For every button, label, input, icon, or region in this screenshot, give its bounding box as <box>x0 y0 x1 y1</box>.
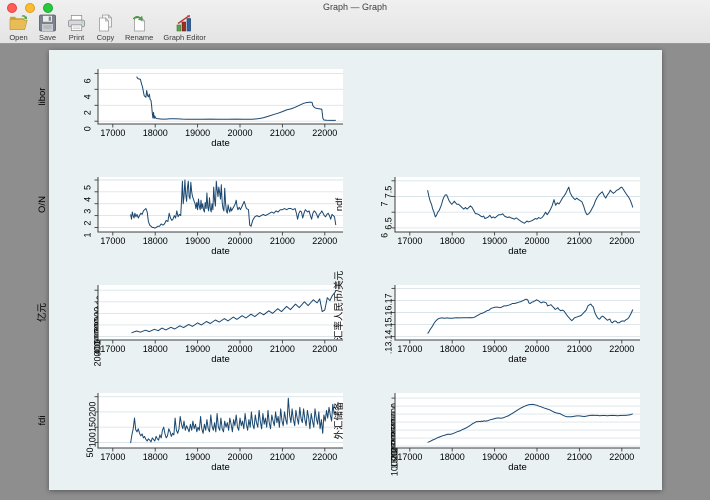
x-axis-title: date <box>508 354 527 365</box>
y-axis-tick-labels: 20000400006000080000100000 <box>92 295 106 367</box>
plot-area-on <box>94 177 343 236</box>
empty-cell <box>355 57 662 165</box>
x-axis-title: date <box>211 138 230 149</box>
plot-area-fdi <box>94 393 343 452</box>
plot-area-exchange-rate <box>391 285 640 344</box>
graph-editor-label: Graph Editor <box>163 33 206 42</box>
open-folder-icon <box>9 14 28 32</box>
y-axis-tick-labels: 12345 <box>82 184 93 238</box>
subplot-libor: libor 0246 17000 18000 19000 20000 21000 2200… <box>37 57 355 165</box>
y-axis-title-on: O/N <box>37 196 48 213</box>
floppy-disk-icon <box>38 14 57 32</box>
subplot-row-3: 亿元 20000400006000080000100000 1700018000… <box>37 271 662 381</box>
x-axis-title: date <box>508 246 527 257</box>
y-axis-title-fdi: fdi <box>37 415 48 426</box>
x-axis-tick-labels: 17000 18000 19000 20000 21000 22000 <box>397 452 635 462</box>
copy-label: Copy <box>96 33 115 42</box>
y-axis-title-forex-reserves: 外汇储备 <box>334 401 345 440</box>
window-title: Graph — Graph <box>322 2 388 12</box>
subplot-ndf: ndf 6 6.5 7 7.5 17000 18000 19000 20000 21000 22… <box>334 165 662 273</box>
subplot-fdi: fdi 50 100 150 200 17000 18000 19000 20000 2100… <box>37 381 355 489</box>
x-axis-title: date <box>211 462 230 473</box>
y-axis-title-exchange-rate: 汇率人民币/美元 <box>334 270 345 340</box>
plot-area-forex-reserves <box>391 393 640 452</box>
subplot-exchange-rate: 汇率人民币/美元 .13.14.15.16.17 17000 18000 19000… <box>334 271 662 381</box>
save-label: Save <box>38 33 57 42</box>
y-axis-tick-labels: 6 6.5 7 7.5 <box>379 185 394 238</box>
open-button[interactable]: Open <box>4 13 33 43</box>
plot-area-libor <box>94 69 343 128</box>
graph-canvas: libor 0246 17000 18000 19000 20000 21000 2200… <box>37 50 662 490</box>
print-button[interactable]: Print <box>62 13 91 43</box>
y-axis-title-yi-yuan: 亿元 <box>37 303 48 323</box>
x-axis-tick-labels: 17000 18000 19000 20000 21000 22000 <box>100 344 338 354</box>
y-axis-title-libor: libor <box>37 87 48 106</box>
printer-icon <box>67 14 86 32</box>
plot-area-ndf <box>391 177 640 236</box>
bar-chart-icon <box>175 14 194 32</box>
x-axis-tick-labels: 17000 18000 19000 20000 21000 22000 <box>100 236 338 246</box>
y-axis-tick-labels: 0246 <box>82 78 93 132</box>
copy-button[interactable]: Copy <box>91 13 120 43</box>
x-axis-title: date <box>508 462 527 473</box>
toolbar: Open Save Print Copy Rename Graph Editor <box>4 13 211 43</box>
subplot-forex-reserves: 外汇储备 10000 15000 20000 25000 30000 35000 40000… <box>334 381 662 489</box>
subplot-yi-yuan: 亿元 20000400006000080000100000 1700018000… <box>37 273 355 381</box>
x-axis-title: date <box>211 354 230 365</box>
x-axis-tick-labels: 17000 18000 19000 20000 21000 22000 <box>397 236 635 246</box>
rename-page-icon <box>130 14 149 32</box>
y-axis-title-ndf: ndf <box>334 197 345 212</box>
subplot-row-1: libor 0246 17000 18000 19000 20000 21000 2200… <box>37 57 662 165</box>
window-chrome: Graph — Graph Open Save Print Copy Renam… <box>0 0 710 44</box>
x-axis-title: date <box>211 246 230 257</box>
y-axis-tick-labels: 10000 15000 20000 25000 30000 35000 40000 <box>389 403 400 477</box>
rename-label: Rename <box>125 33 154 42</box>
x-axis-tick-labels: 17000 18000 19000 20000 21000 22000 <box>100 452 338 462</box>
y-axis-tick-labels: 50 100 150 200 <box>85 401 98 458</box>
x-axis-tick-labels: 17000 18000 19000 20000 21000 22000 <box>397 344 635 354</box>
x-axis-tick-labels: 17000 18000 19000 20000 21000 22000 <box>100 128 338 138</box>
subplot-row-2: O/N 12345 17000 18000 19000 20000 21000 22000… <box>37 165 662 273</box>
copy-pages-icon <box>96 14 115 32</box>
subplot-row-4: fdi 50 100 150 200 17000 18000 19000 20000 2100… <box>37 381 662 489</box>
open-label: Open <box>9 33 28 42</box>
save-button[interactable]: Save <box>33 13 62 43</box>
plot-area-yi-yuan <box>94 285 343 344</box>
title-bar[interactable]: Graph — Graph <box>0 0 710 13</box>
print-label: Print <box>68 33 85 42</box>
subplot-overnight-rate: O/N 12345 17000 18000 19000 20000 21000 22000… <box>37 165 355 273</box>
graph-editor-button[interactable]: Graph Editor <box>158 13 211 43</box>
rename-button[interactable]: Rename <box>120 13 158 43</box>
